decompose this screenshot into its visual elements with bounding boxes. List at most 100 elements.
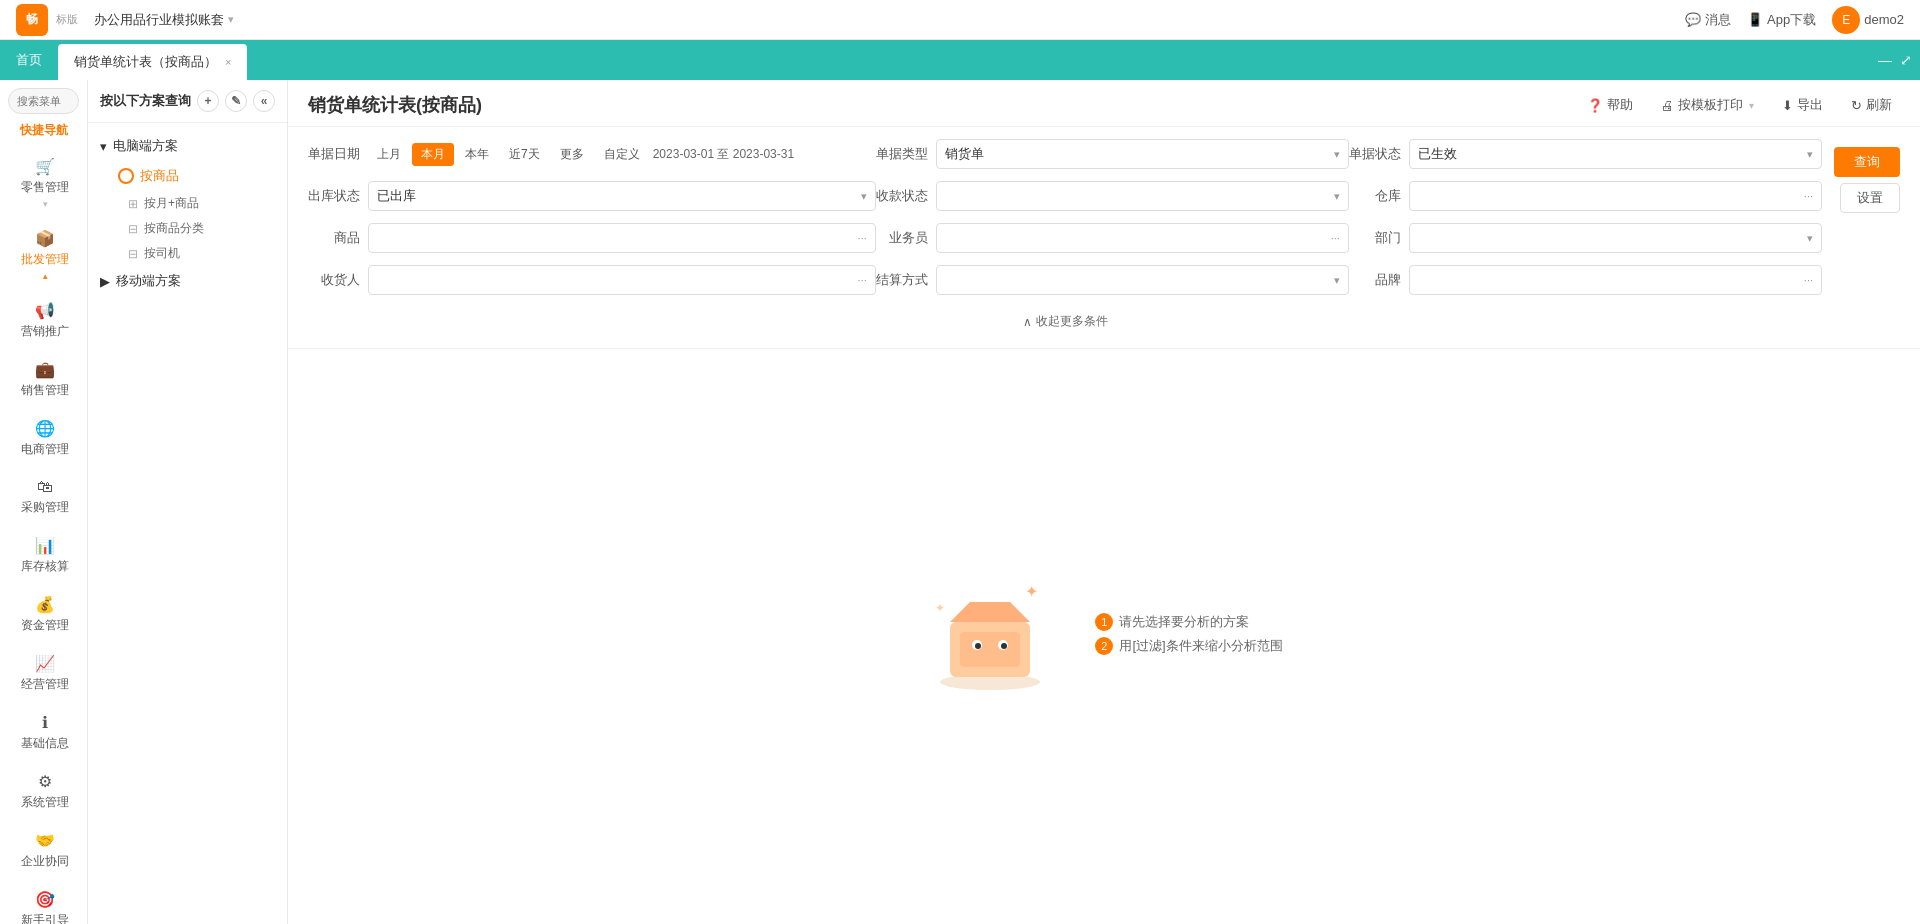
main-layout: 快捷导航 🛒 零售管理 ▾ 📦 批发管理 ▴ 📢 营销推广 💼 销售管理 [0,80,1920,924]
retail-arrow: ▾ [43,199,48,209]
status-select[interactable]: 已生效 ▾ [1409,139,1822,169]
tree-item-by-month-product[interactable]: ⊞ 按月+商品 [88,191,287,216]
sidebar-item-wholesale-label: 批发管理 [21,251,69,268]
search-input[interactable] [8,88,79,114]
tree-section-mobile-header[interactable]: ▶ 移动端方案 [88,266,287,296]
sidebar-item-operations-label: 经营管理 [21,676,69,693]
filter-department-item: 部门 ▾ [1349,223,1822,253]
date-tab-7days[interactable]: 近7天 [500,143,549,166]
settings-button[interactable]: 设置 [1840,183,1900,213]
scheme-add-btn[interactable]: + [197,90,219,112]
out-status-select[interactable]: 已出库 ▾ [368,181,876,211]
svg-rect-2 [960,632,1020,667]
salesperson-select[interactable]: ··· [936,223,1349,253]
sidebar-item-enterprise[interactable]: 🤝 企业协同 [0,821,87,880]
sidebar-item-wholesale[interactable]: 📦 批发管理 ▴ [0,219,87,291]
department-arrow: ▾ [1807,232,1813,245]
out-status-arrow: ▾ [861,190,867,203]
print-icon: 🖨 [1661,98,1674,113]
home-tab[interactable]: 首页 [0,40,58,80]
sparkle-small: ✦ [935,601,945,615]
hint-1-text: 请先选择要分析的方案 [1119,613,1249,631]
app-title-area[interactable]: 办公用品行业模拟账套 ▾ [94,11,234,29]
svg-point-5 [975,643,981,649]
receipt-status-select[interactable]: ▾ [936,181,1349,211]
retail-icon: 🛒 [35,157,55,176]
date-tab-this-year[interactable]: 本年 [456,143,498,166]
out-status-value: 已出库 [377,187,416,205]
title-dropdown-arrow[interactable]: ▾ [228,13,234,26]
warehouse-label: 仓库 [1349,187,1409,205]
type-label: 单据类型 [876,145,936,163]
empty-illustration: ✦ ✦ [925,582,1055,692]
type-select[interactable]: 销货单 ▾ [936,139,1349,169]
sidebar-item-guide[interactable]: 🎯 新手引导 [0,880,87,924]
salesperson-dots: ··· [1331,232,1340,244]
tree-item-by-sku[interactable]: ⊟ 按司机 [88,241,287,266]
purchase-icon: 🛍 [37,478,53,496]
sidebar-item-enterprise-label: 企业协同 [21,853,69,870]
warehouse-dots: ··· [1804,190,1813,202]
tree-item-by-category[interactable]: ⊟ 按商品分类 [88,216,287,241]
topbar-left: 畅 标版 办公用品行业模拟账套 ▾ [16,4,234,36]
filter-receipt-status-item: 收款状态 ▾ [876,181,1349,211]
tree-item-by-product[interactable]: 按商品 [88,161,287,191]
sidebar-item-marketing[interactable]: 📢 营销推广 [0,291,87,350]
collapse-more-btn[interactable]: ∧ 收起更多条件 [308,307,1822,336]
tab-close-btn[interactable]: × [225,56,231,68]
export-btn[interactable]: ⬇ 导出 [1774,92,1831,118]
app-download-btn[interactable]: 📱 App下载 [1747,11,1816,29]
receiver-select[interactable]: ··· [368,265,876,295]
sidebar-item-system[interactable]: ⚙ 系统管理 [0,762,87,821]
brand-select[interactable]: ··· [1409,265,1822,295]
topbar: 畅 标版 办公用品行业模拟账套 ▾ 💬 消息 📱 App下载 E demo2 [0,0,1920,40]
sidebar-item-ecommerce-label: 电商管理 [21,441,69,458]
tree-section-pc-header[interactable]: ▾ 电脑端方案 [88,131,287,161]
page-title: 销货单统计表(按商品) [308,93,482,117]
query-button[interactable]: 查询 [1834,147,1900,177]
refresh-btn[interactable]: ↻ 刷新 [1843,92,1900,118]
tree-item-by-product-label: 按商品 [140,167,179,185]
sidebar-item-sales[interactable]: 💼 销售管理 [0,350,87,409]
sidebar-item-basic[interactable]: ℹ 基础信息 [0,703,87,762]
sidebar-item-sales-label: 销售管理 [21,382,69,399]
product-select[interactable]: ··· [368,223,876,253]
tab-minimize-btn[interactable]: — [1878,52,1892,68]
warehouse-select[interactable]: ··· [1409,181,1822,211]
sidebar-item-operations[interactable]: 📈 经营管理 [0,644,87,703]
template-print-btn[interactable]: 🖨 按模板打印 ▾ [1653,92,1762,118]
receiver-label: 收货人 [308,271,368,289]
sidebar-item-marketing-label: 营销推广 [21,323,69,340]
date-tab-custom[interactable]: 自定义 [595,143,649,166]
sidebar-item-ecommerce[interactable]: 🌐 电商管理 [0,409,87,468]
settlement-select[interactable]: ▾ [936,265,1349,295]
department-select[interactable]: ▾ [1409,223,1822,253]
date-tab-more[interactable]: 更多 [551,143,593,166]
scheme-panel: 按以下方案查询 + ✎ « ▾ 电脑端方案 按商品 [88,80,288,924]
date-tab-last-month[interactable]: 上月 [368,143,410,166]
filter-row-4: 收货人 ··· 结算方式 ▾ [308,265,1822,295]
topbar-right: 💬 消息 📱 App下载 E demo2 [1685,6,1904,34]
quick-nav-btn[interactable]: 快捷导航 [0,118,87,147]
salesperson-label: 业务员 [876,229,936,247]
scheme-tree: ▾ 电脑端方案 按商品 ⊞ 按月+商品 ⊟ 按商品分类 [88,123,287,924]
sidebar-item-purchase[interactable]: 🛍 采购管理 [0,468,87,526]
user-menu[interactable]: E demo2 [1832,6,1904,34]
scheme-edit-btn[interactable]: ✎ [225,90,247,112]
sidebar-item-finance[interactable]: 💰 资金管理 [0,585,87,644]
query-btn-group: 查询 设置 [1822,139,1900,213]
help-btn[interactable]: ❓ 帮助 [1579,92,1641,118]
hint-2-num: 2 [1095,637,1113,655]
sidebar-item-retail[interactable]: 🛒 零售管理 ▾ [0,147,87,219]
sidebar-item-system-label: 系统管理 [21,794,69,811]
tab-maximize-btn[interactable]: ⤢ [1900,52,1912,68]
empty-state: ✦ ✦ 1 请先选择要分析的方案 2 用[过滤]条件来缩小分析范围 [288,349,1920,924]
date-tab-this-month[interactable]: 本月 [412,143,454,166]
active-tab[interactable]: 销货单统计表（按商品） × [58,44,247,80]
sidebar-menu: 🛒 零售管理 ▾ 📦 批发管理 ▴ 📢 营销推广 💼 销售管理 🌐 电商管理 [0,147,87,924]
sidebar-item-inventory[interactable]: 📊 库存核算 [0,526,87,585]
message-btn[interactable]: 💬 消息 [1685,11,1731,29]
tree-section-mobile-label: 移动端方案 [116,272,181,290]
scheme-collapse-btn[interactable]: « [253,90,275,112]
basic-icon: ℹ [42,713,48,732]
